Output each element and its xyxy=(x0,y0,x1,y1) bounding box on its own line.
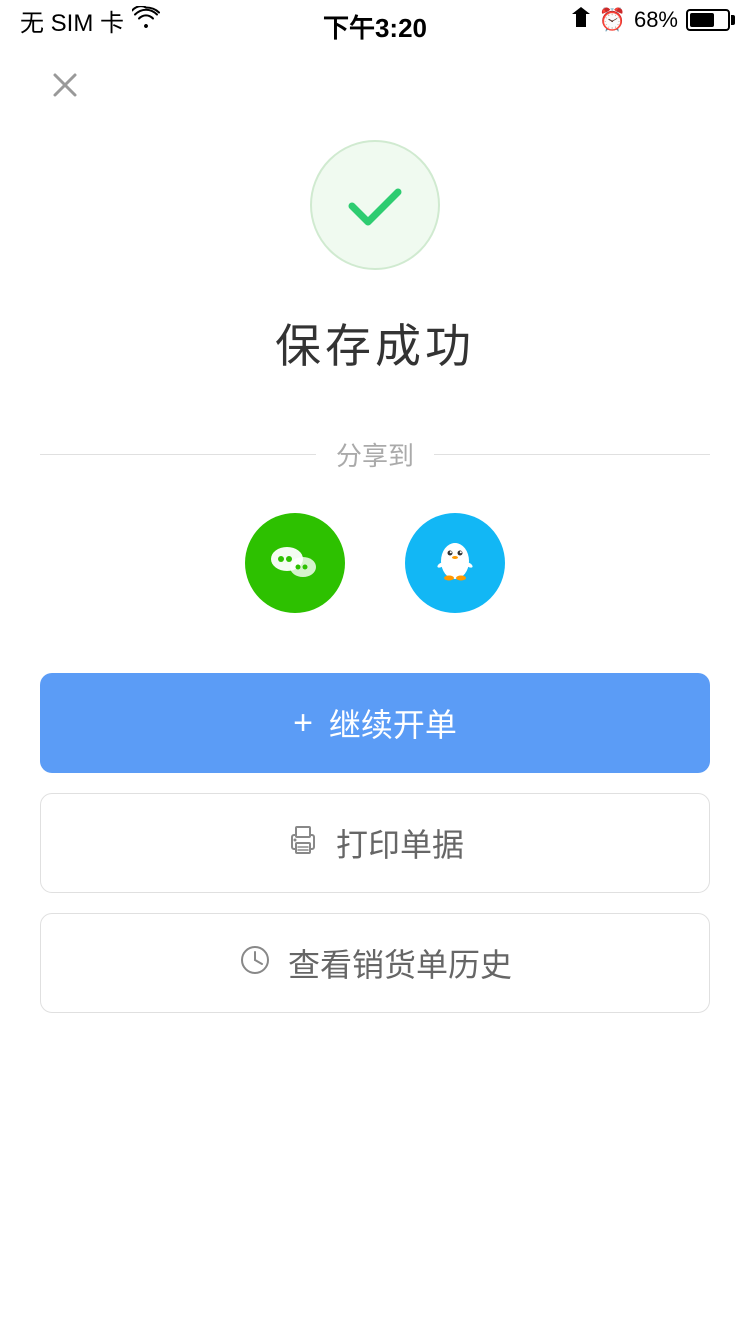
print-label: 打印单据 xyxy=(336,820,464,866)
page-content: 保存成功 分享到 xyxy=(0,40,750,1334)
clock-icon xyxy=(238,943,272,983)
qq-icon xyxy=(427,535,483,591)
share-divider: 分享到 xyxy=(40,436,710,473)
success-title: 保存成功 xyxy=(275,310,475,376)
wechat-share-button[interactable] xyxy=(245,513,345,613)
battery-fill xyxy=(690,13,714,27)
success-circle xyxy=(310,140,440,270)
status-right: ⏰ 68% xyxy=(571,6,730,34)
close-button[interactable] xyxy=(40,60,90,110)
wifi-icon xyxy=(132,6,160,35)
battery-percent: 68% xyxy=(634,7,678,33)
continue-label: 继续开单 xyxy=(329,700,457,746)
wechat-icon xyxy=(267,539,323,587)
status-left: 无 SIM 卡 xyxy=(20,3,160,38)
history-label: 查看销货单历史 xyxy=(288,940,512,986)
plus-icon: + xyxy=(293,706,313,740)
print-button[interactable]: 打印单据 xyxy=(40,793,710,893)
alarm-icon: ⏰ xyxy=(599,7,626,33)
share-buttons-row xyxy=(245,513,505,613)
divider-right xyxy=(434,454,710,455)
location-icon xyxy=(571,6,591,34)
action-buttons: + 继续开单 打印单据 xyxy=(40,673,710,1013)
history-button[interactable]: 查看销货单历史 xyxy=(40,913,710,1013)
checkmark-icon xyxy=(340,170,410,240)
status-bar: 无 SIM 卡 下午3:20 ⏰ 68% xyxy=(0,0,750,40)
battery-icon xyxy=(686,9,730,31)
printer-icon xyxy=(286,823,320,863)
no-sim-text: 无 SIM 卡 xyxy=(20,3,124,38)
continue-button[interactable]: + 继续开单 xyxy=(40,673,710,773)
share-label: 分享到 xyxy=(336,436,414,473)
close-icon xyxy=(49,69,81,101)
qq-share-button[interactable] xyxy=(405,513,505,613)
divider-left xyxy=(40,454,316,455)
